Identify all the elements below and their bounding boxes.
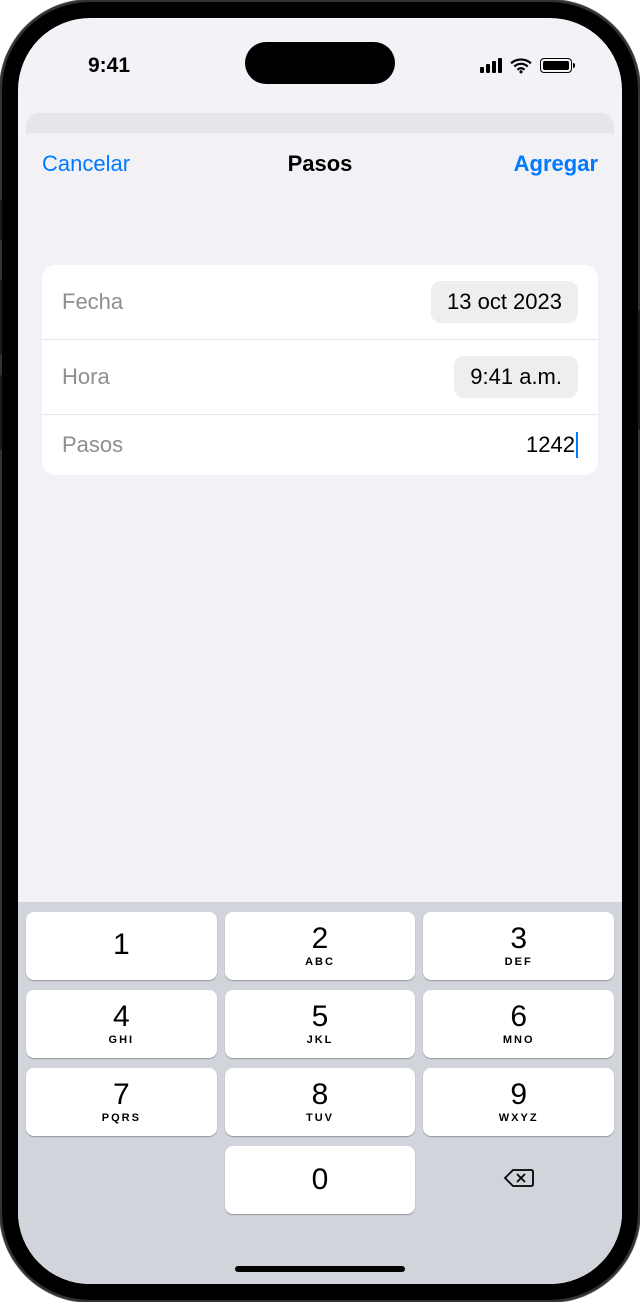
- steps-input[interactable]: 1242: [526, 432, 578, 458]
- steps-row: Pasos 1242: [42, 415, 598, 475]
- key-5[interactable]: 5 JKL: [225, 990, 416, 1058]
- status-time: 9:41: [88, 54, 130, 78]
- key-7[interactable]: 7 PQRS: [26, 1068, 217, 1136]
- wifi-icon: [510, 58, 532, 74]
- key-backspace[interactable]: [423, 1146, 614, 1214]
- dynamic-island: [245, 42, 395, 84]
- status-icons: [480, 58, 572, 74]
- steps-label: Pasos: [62, 432, 123, 458]
- time-row: Hora 9:41 a.m.: [42, 340, 598, 415]
- date-label: Fecha: [62, 289, 123, 315]
- screen: 9:41 Cancelar Pasos: [18, 18, 622, 1284]
- modal-sheet: Cancelar Pasos Agregar Fecha 13 oct 2023…: [18, 133, 622, 1284]
- backspace-icon: [503, 1166, 535, 1195]
- home-indicator[interactable]: [235, 1266, 405, 1272]
- steps-value[interactable]: 1242: [526, 432, 575, 458]
- page-title: Pasos: [288, 151, 353, 177]
- key-2[interactable]: 2 ABC: [225, 912, 416, 980]
- form-container: Fecha 13 oct 2023 Hora 9:41 a.m. Pasos 1…: [42, 265, 598, 475]
- cancel-button[interactable]: Cancelar: [42, 151, 130, 177]
- add-button[interactable]: Agregar: [514, 151, 598, 177]
- time-label: Hora: [62, 364, 110, 390]
- time-picker[interactable]: 9:41 a.m.: [454, 356, 578, 398]
- key-6[interactable]: 6 MNO: [423, 990, 614, 1058]
- date-row: Fecha 13 oct 2023: [42, 265, 598, 340]
- key-4[interactable]: 4 GHI: [26, 990, 217, 1058]
- key-3[interactable]: 3 DEF: [423, 912, 614, 980]
- cellular-signal-icon: [480, 58, 502, 73]
- key-1[interactable]: 1: [26, 912, 217, 980]
- volume-down: [0, 375, 2, 450]
- key-blank: [26, 1146, 217, 1214]
- phone-frame: 9:41 Cancelar Pasos: [0, 0, 640, 1302]
- battery-icon: [540, 58, 572, 73]
- nav-bar: Cancelar Pasos Agregar: [18, 133, 622, 195]
- key-9[interactable]: 9 WXYZ: [423, 1068, 614, 1136]
- key-8[interactable]: 8 TUV: [225, 1068, 416, 1136]
- key-0[interactable]: 0: [225, 1146, 416, 1214]
- volume-up: [0, 280, 2, 355]
- date-picker[interactable]: 13 oct 2023: [431, 281, 578, 323]
- text-cursor: [576, 432, 578, 458]
- mute-switch: [0, 200, 2, 240]
- numeric-keypad: 1 2 ABC 3 DEF 4 GHI: [18, 902, 622, 1284]
